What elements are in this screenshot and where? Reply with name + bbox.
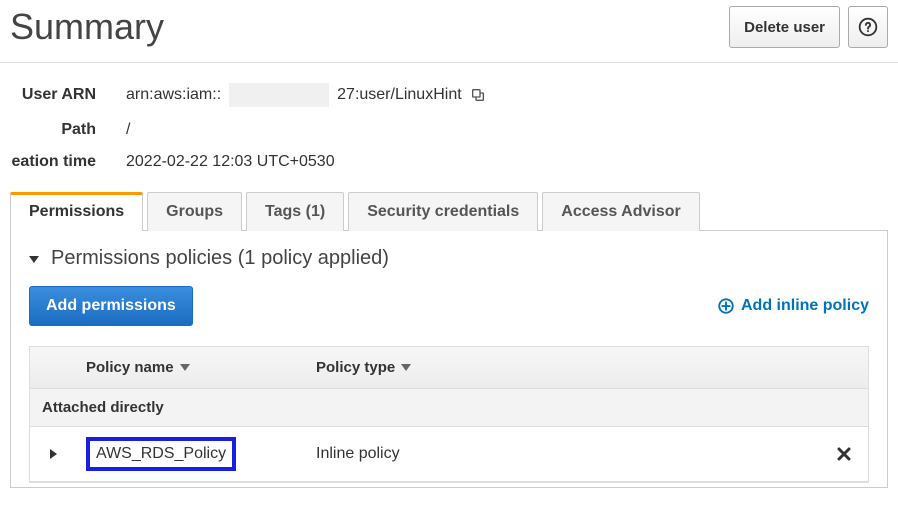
col-header-policy-name[interactable]: Policy name	[78, 347, 308, 388]
caret-down-icon	[29, 254, 39, 264]
permissions-policies-title: Permissions policies (1 policy applied)	[51, 247, 389, 270]
creation-time-value: 2022-02-22 12:03 UTC+0530	[126, 153, 335, 171]
policy-table: Policy name Policy type Attached directl…	[29, 346, 869, 483]
user-arn-label: User ARN	[0, 86, 126, 104]
sort-caret-icon	[180, 364, 190, 372]
group-header-attached-directly: Attached directly	[30, 389, 868, 427]
sort-caret-icon	[401, 364, 411, 372]
creation-time-label: eation time	[0, 153, 126, 171]
tab-access-advisor[interactable]: Access Advisor	[542, 192, 699, 231]
policy-name-link[interactable]: AWS_RDS_Policy	[86, 437, 236, 471]
help-button[interactable]	[848, 6, 888, 48]
tab-security-credentials[interactable]: Security credentials	[348, 192, 538, 231]
tab-tags[interactable]: Tags (1)	[246, 192, 344, 231]
permissions-policies-collapse[interactable]: Permissions policies (1 policy applied)	[29, 247, 869, 270]
add-inline-policy-link[interactable]: Add inline policy	[717, 297, 869, 315]
policy-type-value: Inline policy	[308, 431, 820, 477]
add-permissions-button[interactable]: Add permissions	[29, 286, 193, 326]
copy-arn-button[interactable]	[468, 85, 488, 105]
remove-policy-button[interactable]	[820, 447, 868, 461]
redacted-account-id	[229, 83, 329, 107]
close-icon	[837, 447, 851, 461]
copy-icon	[470, 87, 486, 103]
plus-circle-icon	[717, 297, 735, 315]
col-header-policy-type[interactable]: Policy type	[308, 347, 820, 388]
help-icon	[858, 17, 878, 37]
tabs-bar: Permissions Groups Tags (1) Security cre…	[10, 191, 888, 231]
table-row: AWS_RDS_Policy Inline policy	[30, 427, 868, 482]
caret-right-icon	[50, 449, 58, 459]
tab-permissions[interactable]: Permissions	[10, 192, 143, 231]
tab-groups[interactable]: Groups	[147, 192, 242, 231]
expand-row-toggle[interactable]	[30, 435, 78, 473]
path-label: Path	[0, 121, 126, 139]
user-arn-value: arn:aws:iam::27:user/LinuxHint	[126, 83, 488, 107]
page-title: Summary	[10, 6, 164, 48]
path-value: /	[126, 121, 130, 139]
delete-user-button[interactable]: Delete user	[729, 6, 840, 48]
